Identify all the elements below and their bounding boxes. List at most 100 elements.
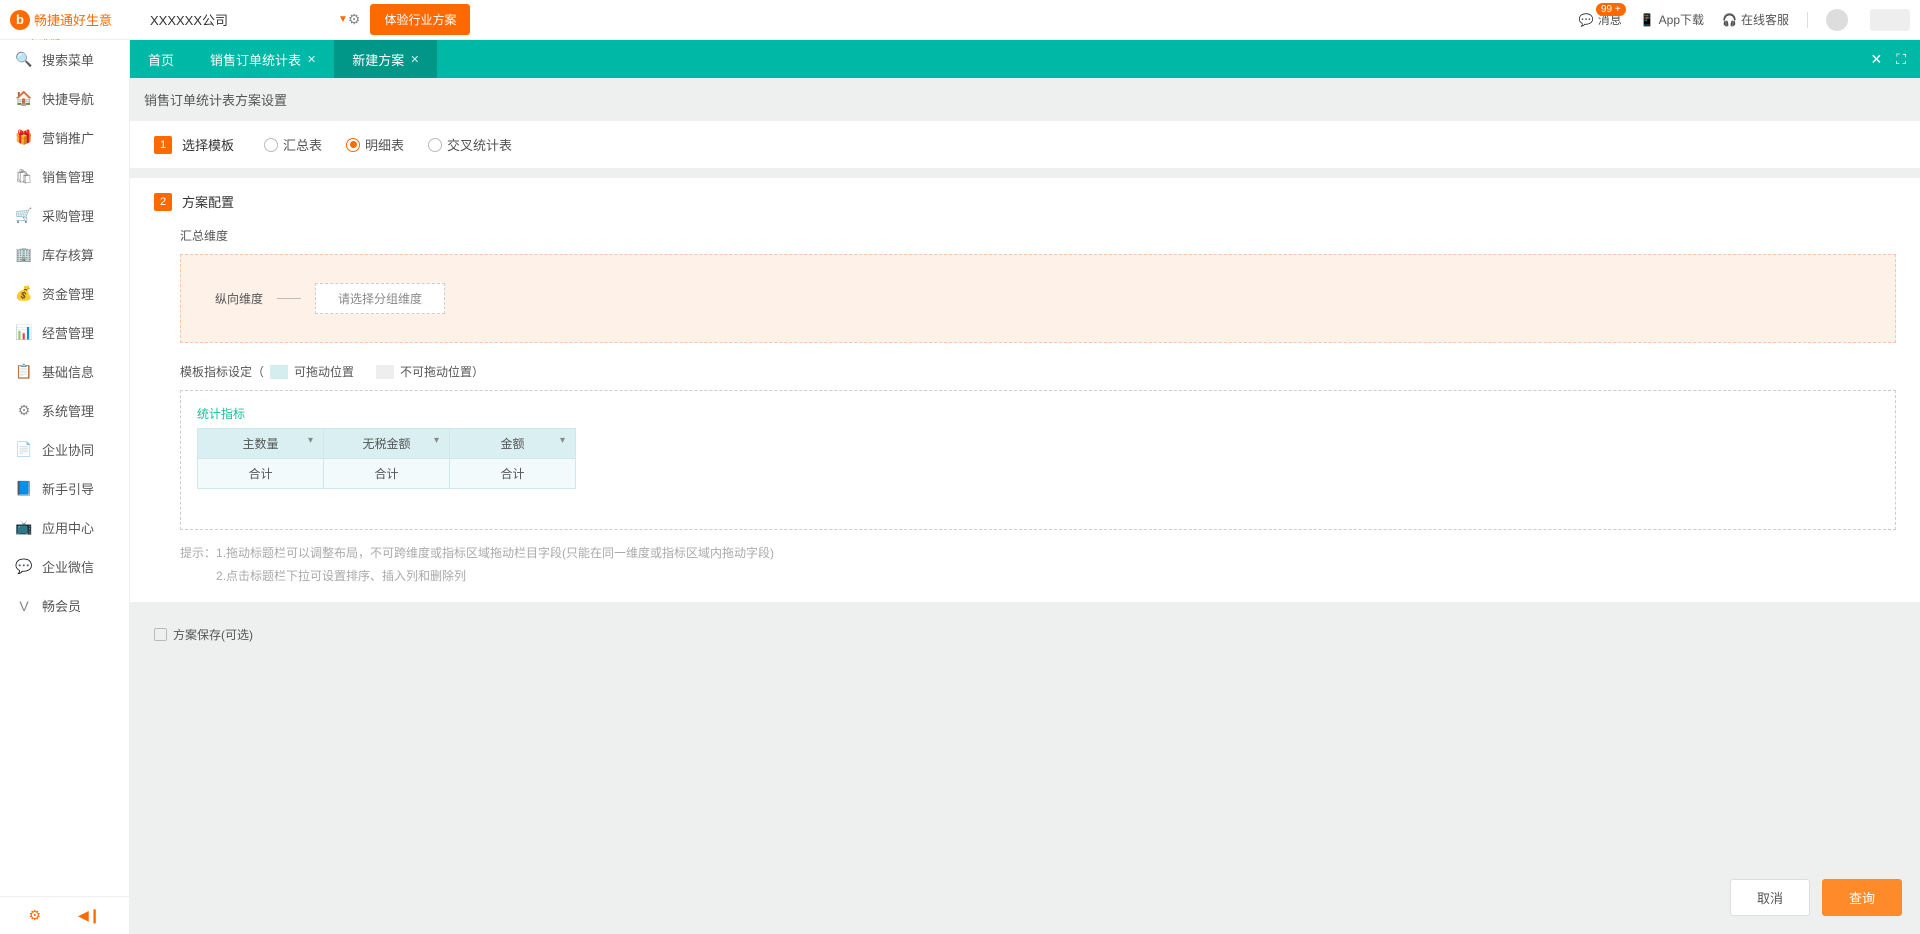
step2-label: 方案配置 <box>182 192 234 211</box>
user-placeholder[interactable] <box>1870 9 1910 31</box>
close-all-icon[interactable]: ✕ <box>1870 51 1882 68</box>
trial-button[interactable]: 体验行业方案 <box>370 4 470 35</box>
tab-新建方案[interactable]: 新建方案✕ <box>334 40 437 78</box>
cancel-button[interactable]: 取消 <box>1730 879 1810 916</box>
sales-icon: 🛍 <box>16 169 32 185</box>
sidebar-item-corp[interactable]: 📄 企业协同 <box>0 430 129 469</box>
sidebar-item-stock[interactable]: 🏢 库存核算 <box>0 235 129 274</box>
metric-cell: 合计 <box>450 459 576 489</box>
radio-明细表[interactable]: 明细表 <box>346 135 404 154</box>
sidebar-item-label: 库存核算 <box>42 245 94 264</box>
promo-icon: 🎁 <box>16 130 32 146</box>
sidebar-item-label: 经营管理 <box>42 323 94 342</box>
sidebar-footer: ⚙ ◀❙ <box>0 896 129 934</box>
tab-close-icon[interactable]: ✕ <box>307 53 316 66</box>
avatar-icon[interactable] <box>1826 9 1848 31</box>
template-radio-group: 汇总表 明细表 交叉统计表 <box>264 135 512 154</box>
sidebar-item-appc[interactable]: 📺 应用中心 <box>0 508 129 547</box>
vertical-dim-label: 纵向维度 <box>215 290 263 307</box>
sidebar-item-purchase[interactable]: 🛒 采购管理 <box>0 196 129 235</box>
collapse-icon[interactable]: ◀❙ <box>78 907 101 924</box>
sidebar-item-label: 基础信息 <box>42 362 94 381</box>
metric-col-主数量[interactable]: 主数量▾ <box>198 429 324 459</box>
corp-icon: 📄 <box>16 442 32 458</box>
dimension-title: 汇总维度 <box>180 227 1896 244</box>
appc-icon: 📺 <box>16 520 32 536</box>
sidebar-item-label: 应用中心 <box>42 518 94 537</box>
sys-icon: ⚙ <box>16 403 32 419</box>
page-title: 销售订单统计表方案设置 <box>130 78 1920 121</box>
tab-close-icon[interactable]: ✕ <box>410 53 419 66</box>
sidebar-item-label: 系统管理 <box>42 401 94 420</box>
topbar: b 畅捷通好生意 标准版 XXXXXX公司 ▼ ⚙ 体验行业方案 💬 消息 99… <box>0 0 1920 40</box>
content-area: 销售订单统计表方案设置 1 选择模板 汇总表 明细表 交叉统计表 2 方案配置 汇总… <box>130 78 1920 934</box>
step2-number: 2 <box>154 193 172 211</box>
wx-icon: 💬 <box>16 559 32 575</box>
sidebar-item-vip[interactable]: V畅会员 <box>0 586 129 625</box>
sidebar-item-label: 采购管理 <box>42 206 94 225</box>
tab-销售订单统计表[interactable]: 销售订单统计表✕ <box>192 40 334 78</box>
logo-icon: b <box>10 10 30 30</box>
dimension-selector[interactable]: 请选择分组维度 <box>315 283 445 314</box>
radio-dot-icon <box>428 138 442 152</box>
sidebar-item-sys[interactable]: ⚙ 系统管理 <box>0 391 129 430</box>
mobile-icon: 📱 <box>1640 13 1655 27</box>
gear-icon[interactable]: ⚙ <box>348 11 361 28</box>
base-icon: 📋 <box>16 364 32 380</box>
online-service-link[interactable]: 🎧 在线客服 <box>1722 11 1789 28</box>
fullscreen-icon[interactable]: ⛶ <box>1896 51 1906 68</box>
logo-text: 畅捷通好生意 <box>34 10 112 29</box>
tab-首页[interactable]: 首页 <box>130 40 192 78</box>
messages-badge: 99 + <box>1596 3 1626 16</box>
guide-icon: 📘 <box>16 481 32 497</box>
tabbar: 首页销售订单统计表✕新建方案✕ ✕ ⛶ <box>130 40 1920 78</box>
sidebar-item-label: 企业协同 <box>42 440 94 459</box>
query-button[interactable]: 查询 <box>1822 879 1902 916</box>
app-download-link[interactable]: 📱 App下载 <box>1640 11 1704 28</box>
step1-label: 选择模板 <box>182 135 234 154</box>
sidebar-item-sales[interactable]: 🛍 销售管理 <box>0 157 129 196</box>
chevron-down-icon: ▼ <box>338 14 348 25</box>
dimension-dropzone[interactable]: 纵向维度 请选择分组维度 <box>180 254 1896 343</box>
sidebar-item-label: 企业微信 <box>42 557 94 576</box>
sidebar-item-nav[interactable]: 🏠快捷导航 <box>0 79 129 118</box>
messages-link[interactable]: 💬 消息 99 + <box>1579 11 1622 28</box>
chat-icon: 💬 <box>1579 13 1594 27</box>
sidebar-item-fund[interactable]: 💰资金管理 <box>0 274 129 313</box>
logo: b 畅捷通好生意 标准版 <box>10 10 140 30</box>
chevron-down-icon: ▾ <box>308 435 313 446</box>
sidebar-item-search[interactable]: 🔍搜索菜单 <box>0 40 129 79</box>
step1-number: 1 <box>154 136 172 154</box>
fund-icon: 💰 <box>16 286 32 302</box>
settings-icon[interactable]: ⚙ <box>28 907 41 924</box>
legend-draggable-swatch <box>270 365 288 379</box>
sidebar-item-label: 新手引导 <box>42 479 94 498</box>
chevron-down-icon: ▾ <box>560 435 565 446</box>
metric-legend: 模板指标设定（ 可拖动位置 不可拖动位置） <box>180 363 1896 380</box>
radio-交叉统计表[interactable]: 交叉统计表 <box>428 135 512 154</box>
stock-icon: 🏢 <box>16 247 32 263</box>
metric-cell: 合计 <box>198 459 324 489</box>
biz-icon: 📊 <box>16 325 32 341</box>
sidebar: 🔍搜索菜单🏠快捷导航🎁营销推广 🛍 销售管理 🛒 采购管理 🏢 库存核算 💰资金管理 📊 经营管理… <box>0 40 130 934</box>
radio-汇总表[interactable]: 汇总表 <box>264 135 322 154</box>
metric-cell: 合计 <box>324 459 450 489</box>
sidebar-item-label: 销售管理 <box>42 167 94 186</box>
metric-col-金额[interactable]: 金额▾ <box>450 429 576 459</box>
company-selector[interactable]: XXXXXX公司 ▼ <box>150 10 348 29</box>
metric-col-无税金额[interactable]: 无税金额▾ <box>324 429 450 459</box>
radio-dot-icon <box>264 138 278 152</box>
sidebar-item-base[interactable]: 📋 基础信息 <box>0 352 129 391</box>
metrics-dropzone[interactable]: 统计指标 主数量▾无税金额▾金额▾ 合计合计合计 <box>180 390 1896 530</box>
sidebar-item-guide[interactable]: 📘 新手引导 <box>0 469 129 508</box>
purchase-icon: 🛒 <box>16 208 32 224</box>
sidebar-item-promo[interactable]: 🎁营销推广 <box>0 118 129 157</box>
sidebar-item-biz[interactable]: 📊 经营管理 <box>0 313 129 352</box>
footer-actions: 取消 查询 <box>1730 879 1902 916</box>
save-plan-checkbox[interactable] <box>154 628 167 641</box>
step1-section: 1 选择模板 汇总表 明细表 交叉统计表 <box>130 121 1920 168</box>
metrics-table: 主数量▾无税金额▾金额▾ 合计合计合计 <box>197 428 576 489</box>
divider <box>1807 12 1808 28</box>
sidebar-item-wx[interactable]: 💬 企业微信 <box>0 547 129 586</box>
headset-icon: 🎧 <box>1722 13 1737 27</box>
